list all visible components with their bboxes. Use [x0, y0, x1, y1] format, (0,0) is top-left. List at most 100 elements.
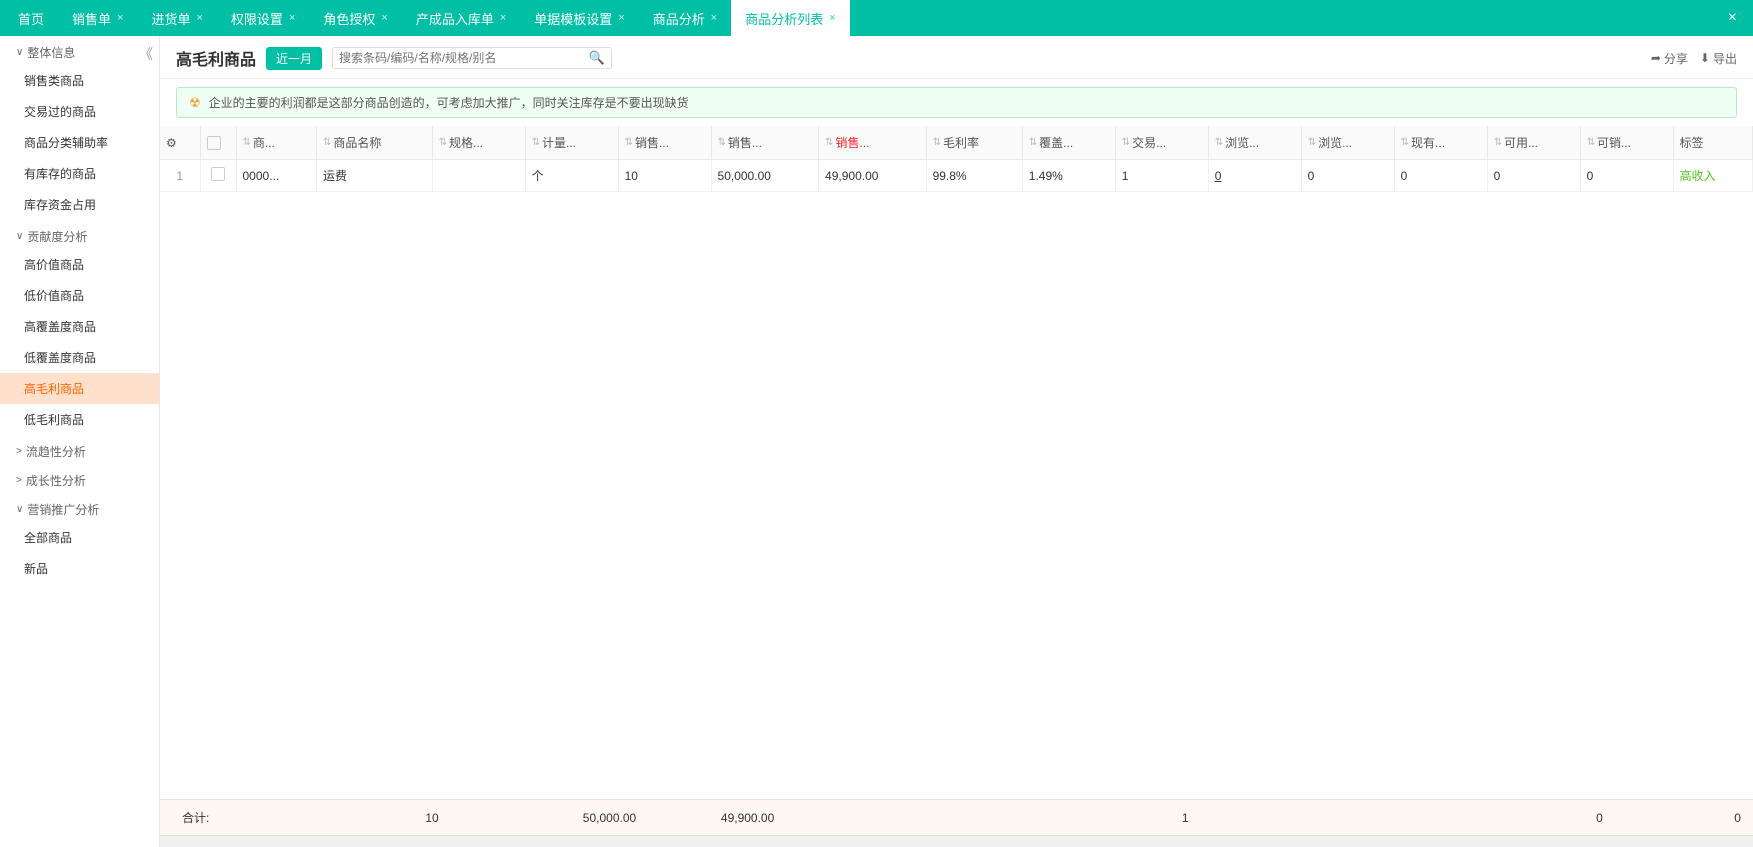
sort-icon-unit: ⇅: [532, 137, 540, 148]
export-button[interactable]: ⬇ 导出: [1700, 50, 1737, 67]
arrow-down-icon: ∨: [16, 47, 23, 58]
col-header-sales-net[interactable]: ⇅ 销售...: [819, 126, 927, 160]
info-banner: ☢ 企业的主要的利润都是这部分商品创造的，可考虑加大推广，同时关注库存是不要出现…: [176, 87, 1737, 118]
col-header-unit[interactable]: ⇅ 计量...: [525, 126, 618, 160]
sidebar-group-growth[interactable]: > 成长性分析: [0, 464, 159, 493]
sidebar-item-high-coverage[interactable]: 高覆盖度商品: [0, 311, 159, 342]
cell-sales-amount: 50,000.00: [711, 160, 819, 192]
sidebar-group-contribution[interactable]: ∨ 贡献度分析: [0, 220, 159, 249]
col-header-tag[interactable]: 标签: [1673, 126, 1752, 160]
nav-home[interactable]: 首页: [4, 0, 58, 36]
sidebar-collapse-button[interactable]: 《: [139, 44, 153, 64]
search-box: 🔍: [332, 47, 612, 69]
close-product-analysis-list[interactable]: ×: [829, 12, 835, 24]
row-checkbox[interactable]: [211, 167, 225, 181]
col-header-name[interactable]: ⇅ 商品名称: [316, 126, 432, 160]
time-filter-button[interactable]: 近一月: [266, 47, 322, 70]
nav-purchase-order[interactable]: 进货单 ×: [137, 0, 216, 36]
col-header-available-stock[interactable]: ⇅ 可用...: [1487, 126, 1580, 160]
data-table: ⚙ ⇅ 商...: [160, 126, 1753, 192]
sidebar-item-stock-capital[interactable]: 库存资金占用: [0, 189, 159, 220]
cell-coverage: 1.49%: [1022, 160, 1115, 192]
footer-sales-amount: 50,000.00: [504, 811, 642, 825]
col-header-coverage[interactable]: ⇅ 覆盖...: [1022, 126, 1115, 160]
sidebar-item-all-goods[interactable]: 全部商品: [0, 522, 159, 553]
col-header-current-stock[interactable]: ⇅ 现有...: [1394, 126, 1487, 160]
settings-icon[interactable]: ⚙: [166, 136, 177, 150]
footer-sales-qty: 10: [366, 811, 504, 825]
close-template-settings[interactable]: ×: [618, 12, 624, 24]
cell-gross-rate: 99.8%: [926, 160, 1022, 192]
sort-icon-name: ⇅: [323, 137, 331, 148]
col-header-sales-amount[interactable]: ⇅ 销售...: [711, 126, 819, 160]
close-window-button[interactable]: ×: [1716, 9, 1749, 27]
share-button[interactable]: ➦ 分享: [1651, 50, 1688, 67]
footer-views1-empty: [1195, 811, 1333, 825]
cell-code: 0000...: [236, 160, 316, 192]
sidebar-item-low-margin[interactable]: 低毛利商品: [0, 404, 159, 435]
cell-sales-qty: 10: [618, 160, 711, 192]
col-header-sales-qty[interactable]: ⇅ 销售...: [618, 126, 711, 160]
nav-product-analysis-list[interactable]: 商品分析列表 ×: [731, 0, 849, 36]
nav-sales-order[interactable]: 销售单 ×: [58, 0, 137, 36]
sidebar-item-traded-goods[interactable]: 交易过的商品: [0, 96, 159, 127]
sidebar-item-high-margin[interactable]: 高毛利商品: [0, 373, 159, 404]
footer-coverage-empty: [918, 811, 1056, 825]
col-header-transactions[interactable]: ⇅ 交易...: [1115, 126, 1208, 160]
col-header-gross-rate[interactable]: ⇅ 毛利率: [926, 126, 1022, 160]
sort-icon-sa: ⇅: [718, 137, 726, 148]
sidebar-item-low-value[interactable]: 低价值商品: [0, 280, 159, 311]
sidebar-item-new-goods[interactable]: 新品: [0, 553, 159, 584]
cell-index: 1: [160, 160, 200, 192]
sort-icon-v1: ⇅: [1215, 137, 1223, 148]
footer-total: 合计: 10 50,000.00 49,900.00 1 0 0: [160, 799, 1753, 835]
sidebar-item-low-coverage[interactable]: 低覆盖度商品: [0, 342, 159, 373]
search-icon[interactable]: 🔍: [589, 50, 605, 66]
sidebar-item-stocked-goods[interactable]: 有库存的商品: [0, 158, 159, 189]
close-purchase-order[interactable]: ×: [196, 12, 202, 24]
cell-checkbox[interactable]: [200, 160, 236, 192]
nav-permission-settings[interactable]: 权限设置 ×: [217, 0, 309, 36]
arrow-down-icon-2: ∨: [16, 231, 23, 242]
nav-template-settings[interactable]: 单据模板设置 ×: [520, 0, 638, 36]
content-header: 高毛利商品 近一月 🔍 ➦ 分享 ⬇ 导出: [160, 36, 1753, 79]
sort-icon-ss: ⇅: [1587, 137, 1595, 148]
sidebar-group-marketing[interactable]: ∨ 营销推广分析: [0, 493, 159, 522]
sidebar-item-category-rate[interactable]: 商品分类辅助率: [0, 127, 159, 158]
arrow-right-icon-2: >: [16, 475, 22, 486]
col-header-spec[interactable]: ⇅ 规格...: [432, 126, 525, 160]
nav-product-inbound[interactable]: 产成品入库单 ×: [402, 0, 520, 36]
close-product-analysis[interactable]: ×: [711, 12, 717, 24]
sort-icon-cov: ⇅: [1029, 137, 1037, 148]
cell-saleable-stock: 0: [1580, 160, 1673, 192]
table-header-row: ⚙ ⇅ 商...: [160, 126, 1753, 160]
table-container[interactable]: ⚙ ⇅ 商...: [160, 126, 1753, 799]
sort-icon-spec: ⇅: [439, 137, 447, 148]
footer-views2-empty: [1333, 811, 1471, 825]
search-input[interactable]: [339, 51, 585, 65]
nav-role-auth[interactable]: 角色授权 ×: [309, 0, 401, 36]
col-header-views2[interactable]: ⇅ 浏览...: [1301, 126, 1394, 160]
close-product-inbound[interactable]: ×: [500, 12, 506, 24]
footer-total-label: 合计:: [166, 809, 366, 826]
main-layout: 《 ∨ 整体信息 销售类商品 交易过的商品 商品分类辅助率 有库存的商品 库存资…: [0, 36, 1753, 847]
sort-icon-v2: ⇅: [1308, 137, 1316, 148]
export-icon: ⬇: [1700, 51, 1710, 65]
bottom-scrollbar[interactable]: [160, 835, 1753, 847]
col-header-code[interactable]: ⇅ 商...: [236, 126, 316, 160]
sidebar-group-trend[interactable]: > 流趋性分析: [0, 435, 159, 464]
sidebar-group-overall[interactable]: ∨ 整体信息: [0, 36, 159, 65]
close-sales-order[interactable]: ×: [117, 12, 123, 24]
sidebar-item-high-value[interactable]: 高价值商品: [0, 249, 159, 280]
cell-views1[interactable]: 0: [1208, 160, 1301, 192]
col-header-saleable-stock[interactable]: ⇅ 可销...: [1580, 126, 1673, 160]
nav-product-analysis[interactable]: 商品分析 ×: [639, 0, 731, 36]
col-header-views1[interactable]: ⇅ 浏览...: [1208, 126, 1301, 160]
sidebar-item-sales-goods[interactable]: 销售类商品: [0, 65, 159, 96]
cell-tag: 高收入: [1673, 160, 1752, 192]
close-permission-settings[interactable]: ×: [289, 12, 295, 24]
close-role-auth[interactable]: ×: [381, 12, 387, 24]
col-header-checkbox: [200, 126, 236, 160]
select-all-checkbox[interactable]: [207, 136, 221, 150]
sort-icon-sn: ⇅: [825, 137, 833, 148]
